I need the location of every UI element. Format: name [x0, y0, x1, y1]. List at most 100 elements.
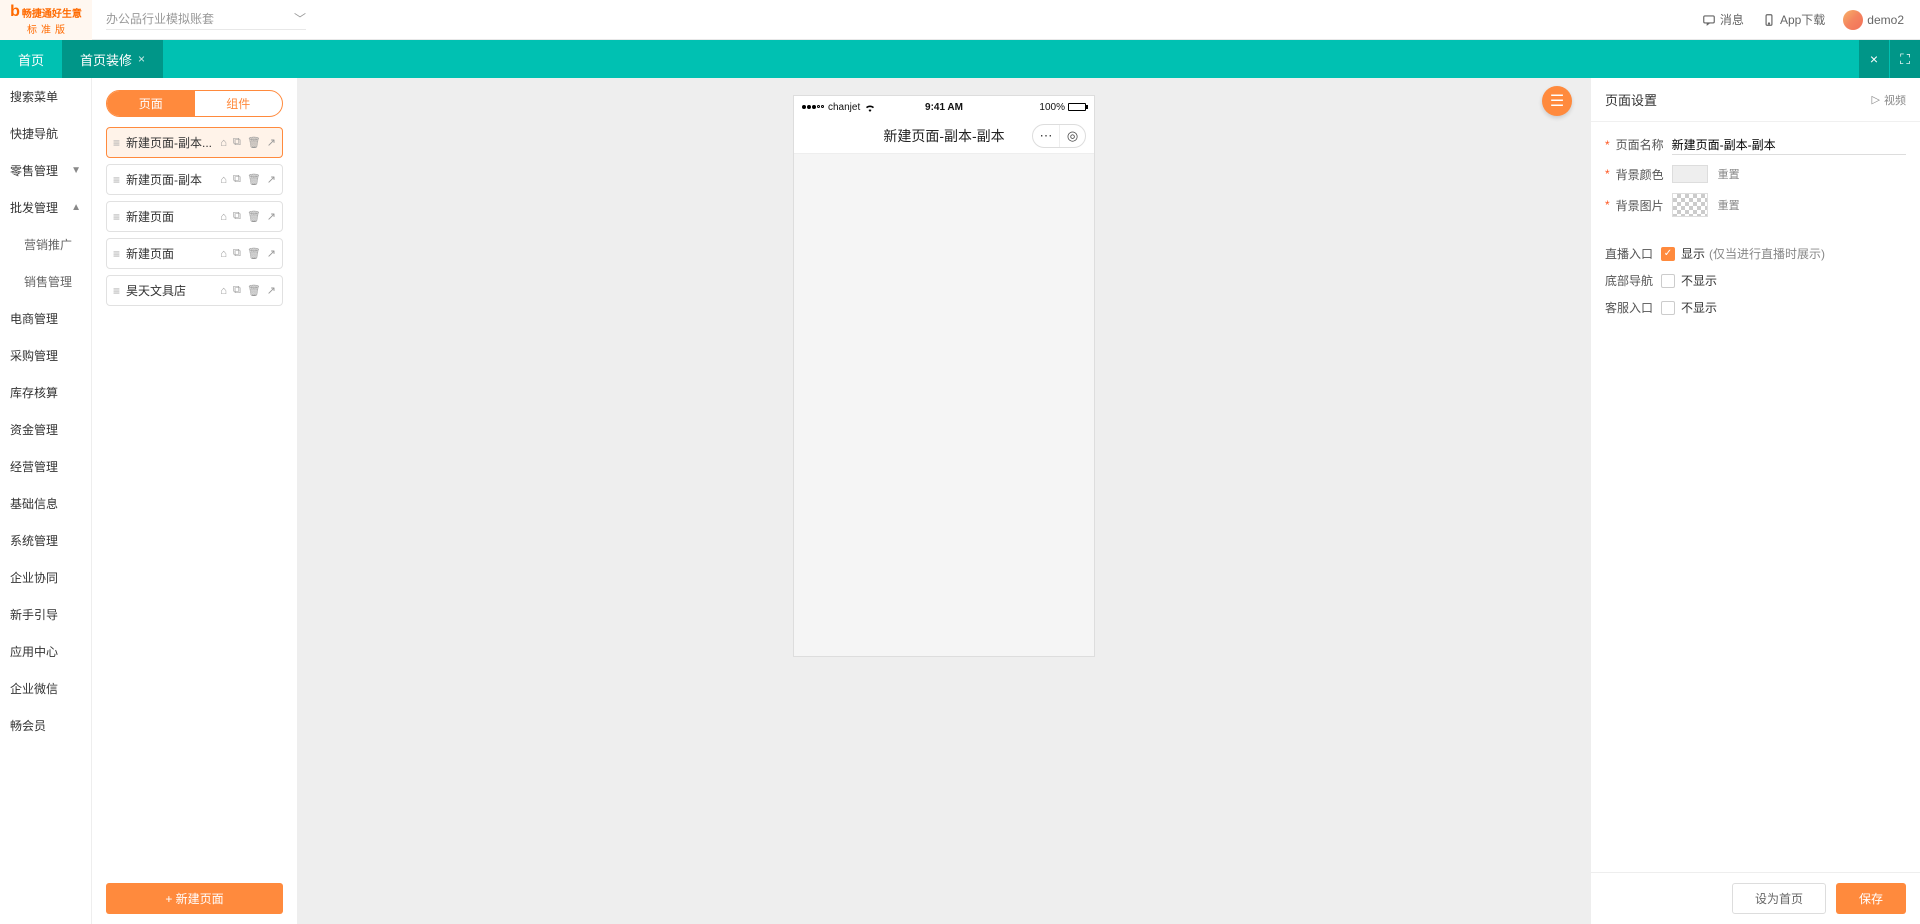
tabs-close-all[interactable]: ×	[1859, 40, 1889, 78]
sidebar-operation[interactable]: 经营管理	[0, 448, 91, 485]
bottomnav-label: 底部导航	[1605, 272, 1661, 289]
bg-image-reset[interactable]: 重置	[1718, 197, 1740, 213]
store-name: 办公品行业模拟账套	[106, 10, 214, 27]
required-mark: *	[1605, 138, 1610, 152]
sidebar-inventory[interactable]: 库存核算	[0, 374, 91, 411]
segmented-control: 页面 组件	[106, 90, 283, 117]
chevron-down-icon: ﹀	[294, 10, 306, 27]
caret-down-icon: ▼	[71, 165, 81, 176]
bottomnav-checkbox[interactable]	[1661, 274, 1675, 288]
store-selector[interactable]: 办公品行业模拟账套 ﹀	[106, 10, 306, 30]
close-icon[interactable]: ×	[138, 52, 145, 66]
export-icon[interactable]: ↗	[267, 136, 276, 149]
live-entry-label: 直播入口	[1605, 245, 1661, 262]
drag-handle-icon[interactable]: ≡	[113, 284, 120, 298]
home-icon[interactable]: ⌂	[220, 248, 227, 260]
drag-handle-icon[interactable]: ≡	[113, 247, 120, 261]
copy-icon[interactable]: ⧉	[233, 284, 241, 297]
sidebar-search[interactable]: 搜索菜单	[0, 78, 91, 115]
sidebar-system[interactable]: 系统管理	[0, 522, 91, 559]
panel-toggle-fab[interactable]: ☰	[1542, 86, 1572, 116]
new-page-button[interactable]: + 新建页面	[106, 883, 283, 914]
sidebar: 搜索菜单 快捷导航 零售管理▼ 批发管理▲ 营销推广 销售管理 电商管理 采购管…	[0, 78, 92, 924]
signal-icon	[802, 105, 824, 109]
sidebar-appcenter[interactable]: 应用中心	[0, 633, 91, 670]
miniprogram-capsule: ⋯ ◎	[1032, 124, 1086, 148]
sidebar-basic[interactable]: 基础信息	[0, 485, 91, 522]
home-icon[interactable]: ⌂	[220, 137, 227, 149]
sidebar-marketing[interactable]: 营销推广	[0, 226, 91, 263]
sidebar-ecommerce[interactable]: 电商管理	[0, 300, 91, 337]
delete-icon[interactable]: 🗑	[247, 247, 261, 260]
page-list-item[interactable]: ≡新建页面-副本...⌂⧉🗑↗	[106, 127, 283, 158]
phone-page-title: 新建页面-副本-副本	[883, 126, 1004, 146]
export-icon[interactable]: ↗	[267, 247, 276, 260]
bg-image-swatch[interactable]	[1672, 193, 1708, 217]
sidebar-wework[interactable]: 企业微信	[0, 670, 91, 707]
caret-up-icon: ▲	[71, 202, 81, 213]
drag-handle-icon[interactable]: ≡	[113, 210, 120, 224]
sidebar-retail[interactable]: 零售管理▼	[0, 152, 91, 189]
mobile-icon	[1762, 13, 1776, 27]
sidebar-purchase[interactable]: 采购管理	[0, 337, 91, 374]
page-item-name: 新建页面	[126, 208, 214, 225]
copy-icon[interactable]: ⧉	[233, 247, 241, 260]
page-list-panel: 页面 组件 ≡新建页面-副本...⌂⧉🗑↗≡新建页面-副本⌂⧉🗑↗≡新建页面⌂⧉…	[92, 78, 298, 924]
home-icon[interactable]: ⌂	[220, 285, 227, 297]
page-item-name: 昊天文具店	[126, 282, 214, 299]
tab-home[interactable]: 首页	[0, 40, 62, 78]
save-button[interactable]: 保存	[1836, 883, 1906, 914]
drag-handle-icon[interactable]: ≡	[113, 136, 120, 150]
bg-color-swatch[interactable]	[1672, 165, 1708, 183]
phone-body[interactable]	[794, 154, 1094, 656]
delete-icon[interactable]: 🗑	[247, 210, 261, 223]
sidebar-quicknav[interactable]: 快捷导航	[0, 115, 91, 152]
bg-color-reset[interactable]: 重置	[1718, 166, 1740, 182]
sidebar-wholesale[interactable]: 批发管理▲	[0, 189, 91, 226]
copy-icon[interactable]: ⧉	[233, 173, 241, 186]
tab-page-decor[interactable]: 首页装修 ×	[62, 40, 163, 78]
copy-icon[interactable]: ⧉	[233, 136, 241, 149]
sidebar-member[interactable]: 畅会员	[0, 707, 91, 744]
battery-icon	[1068, 103, 1086, 111]
capsule-target-icon[interactable]: ◎	[1059, 125, 1085, 147]
sidebar-sales[interactable]: 销售管理	[0, 263, 91, 300]
settings-panel: 页面设置 ▷ 视频 * 页面名称 * 背景颜色 重置	[1590, 78, 1920, 924]
messages-button[interactable]: 消息	[1702, 11, 1744, 28]
page-name-input[interactable]	[1672, 134, 1906, 155]
delete-icon[interactable]: 🗑	[247, 136, 261, 149]
seg-page[interactable]: 页面	[107, 91, 195, 116]
delete-icon[interactable]: 🗑	[247, 173, 261, 186]
brand-logo: b畅捷通好生意 标准版	[0, 0, 92, 40]
set-home-button[interactable]: 设为首页	[1732, 883, 1826, 914]
seg-component[interactable]: 组件	[195, 91, 283, 116]
export-icon[interactable]: ↗	[267, 210, 276, 223]
message-icon	[1702, 13, 1716, 27]
sidebar-guide[interactable]: 新手引导	[0, 596, 91, 633]
export-icon[interactable]: ↗	[267, 284, 276, 297]
page-list-item[interactable]: ≡新建页面-副本⌂⧉🗑↗	[106, 164, 283, 195]
home-icon[interactable]: ⌂	[220, 174, 227, 186]
battery-percent: 100%	[1039, 102, 1065, 113]
service-label: 客服入口	[1605, 299, 1661, 316]
copy-icon[interactable]: ⧉	[233, 210, 241, 223]
play-icon: ▷	[1872, 93, 1880, 106]
delete-icon[interactable]: 🗑	[247, 284, 261, 297]
export-icon[interactable]: ↗	[267, 173, 276, 186]
live-entry-checkbox[interactable]: ✓	[1661, 247, 1675, 261]
user-menu[interactable]: demo2	[1843, 10, 1904, 30]
sidebar-finance[interactable]: 资金管理	[0, 411, 91, 448]
tabs-fullscreen[interactable]: ⛶	[1890, 40, 1920, 78]
service-checkbox[interactable]	[1661, 301, 1675, 315]
page-name-label: 页面名称	[1616, 136, 1672, 153]
status-time: 9:41 AM	[925, 102, 963, 113]
drag-handle-icon[interactable]: ≡	[113, 173, 120, 187]
sidebar-enterprise[interactable]: 企业协同	[0, 559, 91, 596]
page-list-item[interactable]: ≡新建页面⌂⧉🗑↗	[106, 238, 283, 269]
home-icon[interactable]: ⌂	[220, 211, 227, 223]
app-download-button[interactable]: App下载	[1762, 11, 1825, 28]
page-list-item[interactable]: ≡ 昊天文具店 ⌂ ⧉ 🗑 ↗	[106, 275, 283, 306]
capsule-more-icon[interactable]: ⋯	[1033, 125, 1059, 147]
video-help-link[interactable]: ▷ 视频	[1872, 92, 1906, 108]
page-list-item[interactable]: ≡ 新建页面 ⌂ ⧉ 🗑 ↗	[106, 201, 283, 232]
